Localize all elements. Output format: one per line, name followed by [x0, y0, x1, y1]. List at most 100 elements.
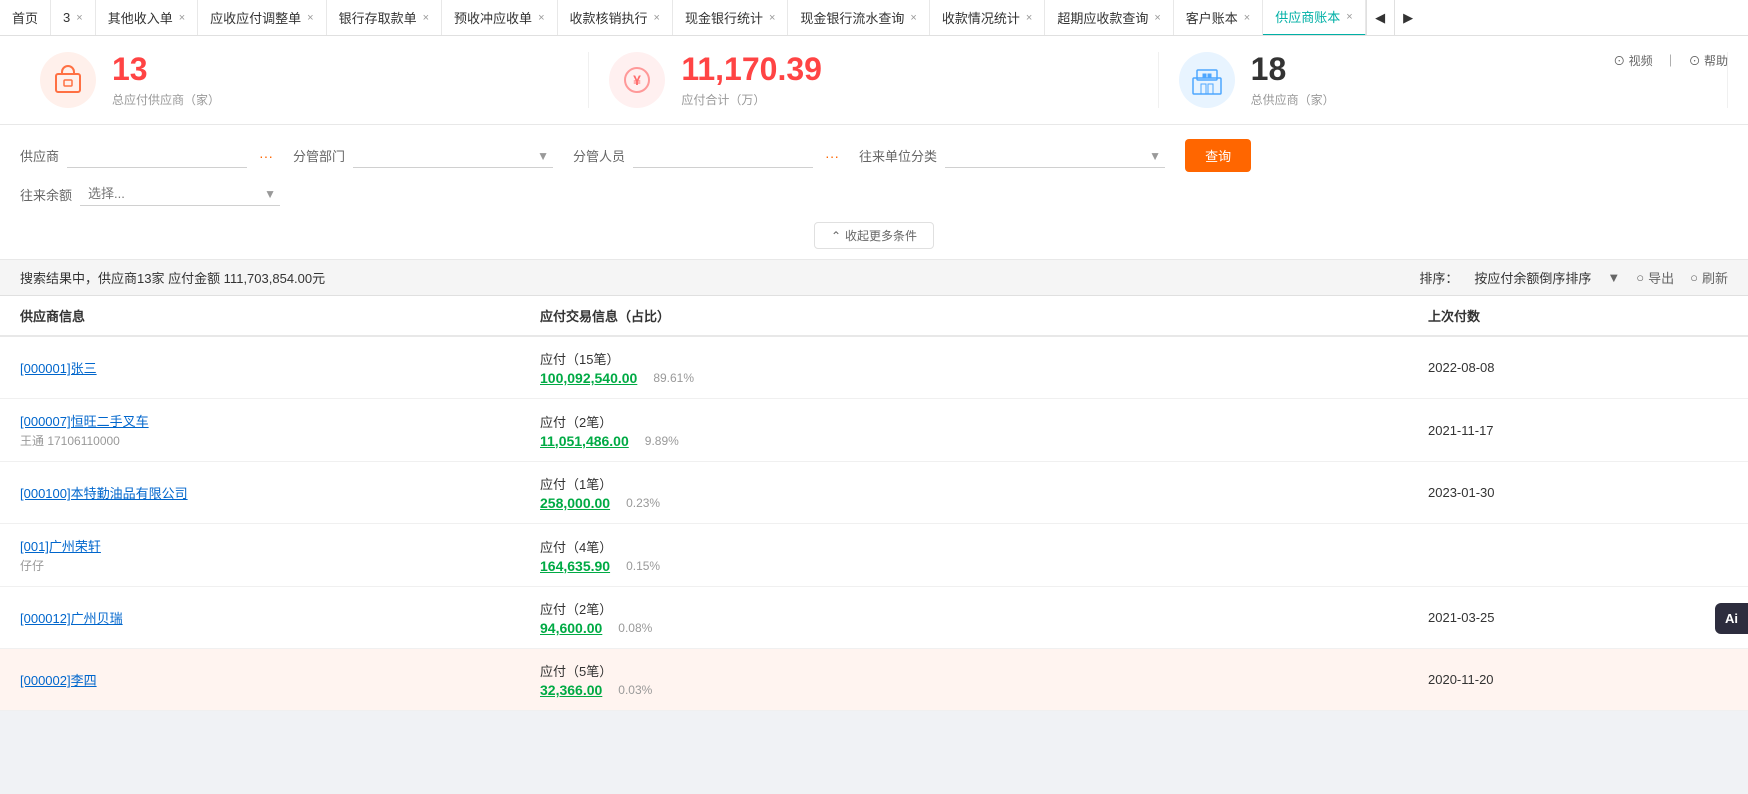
sort-chevron-down-icon[interactable]: ▼ — [1607, 270, 1620, 285]
nav-tab-collection-stat-label: 收款情况统计 — [942, 8, 1020, 27]
nav-tab-bank-deposit-close[interactable]: × — [423, 12, 429, 24]
payable-amount-value: 11,170.39 — [681, 52, 822, 87]
balance-filter-label: 往来余额 — [20, 185, 72, 204]
nav-tab-customer-ledger-label: 客户账本 — [1186, 8, 1238, 27]
nav-tab-customer-ledger-close[interactable]: × — [1244, 12, 1250, 24]
supplier-sub-3: 仔仔 — [20, 557, 540, 574]
nav-tab-cash-flow-close[interactable]: × — [910, 12, 916, 24]
nav-tab-home[interactable]: 首页 — [0, 0, 51, 36]
nav-tab-adjustment-close[interactable]: × — [307, 12, 313, 24]
category-filter-select[interactable] — [945, 144, 1165, 168]
supplier-ellipsis[interactable]: ··· — [259, 148, 273, 164]
video-link[interactable]: ⊙ 视频 — [1613, 52, 1652, 69]
pay-amount-5[interactable]: 32,366.00 — [540, 682, 602, 698]
supplier-table: 供应商信息 应付交易信息（占比） 上次付数 [000001]张三 应付（15笔）… — [0, 296, 1748, 711]
nav-tab-other-income-close[interactable]: × — [179, 12, 185, 24]
supplier-info-5: [000002]李四 — [20, 670, 540, 689]
export-label: 导出 — [1648, 268, 1674, 287]
col-header-payable: 应付交易信息（占比） — [540, 306, 1428, 325]
pay-amount-4[interactable]: 94,600.00 — [540, 620, 602, 636]
person-filter-label: 分管人员 — [573, 146, 625, 165]
nav-tab-overdue-close[interactable]: × — [1154, 12, 1160, 24]
pay-amount-2[interactable]: 258,000.00 — [540, 495, 610, 511]
nav-tab-advance[interactable]: 预收冲应收单 × — [442, 0, 557, 36]
pay-amount-3[interactable]: 164,635.90 — [540, 558, 610, 574]
sort-label: 排序： — [1419, 268, 1458, 287]
pay-title-5: 应付（5笔） — [540, 661, 612, 680]
supplier-link-4[interactable]: [000012]广州贝瑞 — [20, 611, 123, 626]
last-pay-4: 2021-03-25 — [1428, 610, 1728, 625]
nav-tab-collection-stat[interactable]: 收款情况统计 × — [930, 0, 1045, 36]
nav-tab-bank-deposit-label: 银行存取款单 — [339, 8, 417, 27]
supplier-link-1[interactable]: [000007]恒旺二手叉车 — [20, 414, 149, 429]
filter-supplier: 供应商 ··· — [20, 144, 273, 168]
table-row: [001]广州荣轩 仔仔 应付（4笔） 164,635.90 0.15% — [0, 524, 1748, 587]
supplier-link-5[interactable]: [000002]李四 — [20, 673, 97, 688]
pay-info-3: 应付（4笔） 164,635.90 0.15% — [540, 537, 1428, 574]
nav-tab-supplier-ledger[interactable]: 供应商账本 × — [1263, 0, 1365, 36]
nav-tab-customer-ledger[interactable]: 客户账本 × — [1174, 0, 1263, 36]
nav-tab-cash-bank-stat[interactable]: 现金银行统计 × — [673, 0, 788, 36]
supplier-link-2[interactable]: [000100]本特勤油品有限公司 — [20, 486, 188, 501]
supplier-filter-input[interactable] — [67, 144, 247, 168]
table-row: [000012]广州贝瑞 应付（2笔） 94,600.00 0.08% 2021… — [0, 587, 1748, 649]
refresh-icon: ○ — [1690, 270, 1698, 285]
nav-tab-3[interactable]: 3 × — [51, 0, 96, 36]
result-bar: 搜索结果中，供应商13家 应付金额 111,703,854.00元 排序： 按应… — [0, 260, 1748, 296]
pay-percent-4: 0.08% — [618, 621, 652, 635]
supplier-link-0[interactable]: [000001]张三 — [20, 361, 97, 376]
nav-tab-supplier-ledger-label: 供应商账本 — [1275, 7, 1340, 26]
export-icon: ○ — [1636, 270, 1644, 285]
nav-tab-bank-deposit[interactable]: 银行存取款单 × — [327, 0, 442, 36]
person-ellipsis[interactable]: ··· — [825, 148, 839, 164]
total-suppliers-count: 18 — [1251, 52, 1335, 87]
nav-tab-cash-flow-label: 现金银行流水查询 — [800, 8, 904, 27]
nav-tab-collection[interactable]: 收款核销执行 × — [558, 0, 673, 36]
filter-dept: 分管部门 ▼ — [293, 144, 553, 168]
query-button[interactable]: 查询 — [1185, 139, 1251, 172]
payable-suppliers-count: 13 — [112, 52, 220, 87]
supplier-icon — [40, 52, 96, 108]
nav-tab-overdue[interactable]: 超期应收款查询 × — [1045, 0, 1173, 36]
ai-assistant-button[interactable]: Ai — [1715, 603, 1748, 634]
balance-filter-select[interactable] — [80, 182, 280, 206]
help-link[interactable]: ⊙ 帮助 — [1689, 52, 1728, 69]
pay-row-4: 应付（2笔） — [540, 599, 1428, 618]
nav-tab-home-label: 首页 — [12, 8, 38, 27]
filter-row-1: 供应商 ··· 分管部门 ▼ 分管人员 ··· 往来单位分类 ▼ 查询 — [20, 139, 1728, 172]
collapse-conditions-button[interactable]: ⌃ 收起更多条件 — [814, 222, 934, 249]
pay-amount-1[interactable]: 11,051,486.00 — [540, 433, 629, 449]
nav-tab-other-income[interactable]: 其他收入单 × — [96, 0, 198, 36]
pay-amount-0[interactable]: 100,092,540.00 — [540, 370, 637, 386]
refresh-button[interactable]: ○ 刷新 — [1690, 268, 1728, 287]
pay-percent-1: 9.89% — [645, 434, 679, 448]
filter-person: 分管人员 ··· — [573, 144, 839, 168]
collapse-conditions-label: 收起更多条件 — [845, 227, 917, 244]
supplier-link-3[interactable]: [001]广州荣轩 — [20, 539, 101, 554]
nav-tab-advance-close[interactable]: × — [538, 12, 544, 24]
nav-tab-cash-bank-stat-close[interactable]: × — [769, 12, 775, 24]
nav-tab-collection-label: 收款核销执行 — [570, 8, 648, 27]
table-row: [000001]张三 应付（15笔） 100,092,540.00 89.61%… — [0, 337, 1748, 399]
category-select-wrapper: ▼ — [945, 144, 1165, 168]
sort-value[interactable]: 按应付余额倒序排序 — [1474, 268, 1591, 287]
nav-tab-collection-close[interactable]: × — [654, 12, 660, 24]
nav-tab-3-close[interactable]: × — [76, 12, 82, 24]
dept-filter-select[interactable] — [353, 144, 553, 168]
nav-next-arrow[interactable]: ▶ — [1394, 0, 1422, 36]
export-button[interactable]: ○ 导出 — [1636, 268, 1674, 287]
nav-tab-collection-stat-close[interactable]: × — [1026, 12, 1032, 24]
last-pay-1: 2021-11-17 — [1428, 423, 1728, 438]
nav-tab-supplier-ledger-close[interactable]: × — [1346, 11, 1352, 23]
nav-prev-arrow[interactable]: ◀ — [1366, 0, 1394, 36]
pay-info-4: 应付（2笔） 94,600.00 0.08% — [540, 599, 1428, 636]
nav-tab-other-income-label: 其他收入单 — [108, 8, 173, 27]
person-filter-input[interactable] — [633, 144, 813, 168]
pay-row-2: 应付（1笔） — [540, 474, 1428, 493]
nav-tab-overdue-label: 超期应收款查询 — [1057, 8, 1148, 27]
nav-tab-cash-flow[interactable]: 现金银行流水查询 × — [788, 0, 929, 36]
filter-category: 往来单位分类 ▼ — [859, 144, 1165, 168]
supplier-sub-1: 王通 17106110000 — [20, 432, 540, 449]
nav-tab-adjustment[interactable]: 应收应付调整单 × — [198, 0, 326, 36]
pay-info-2: 应付（1笔） 258,000.00 0.23% — [540, 474, 1428, 511]
